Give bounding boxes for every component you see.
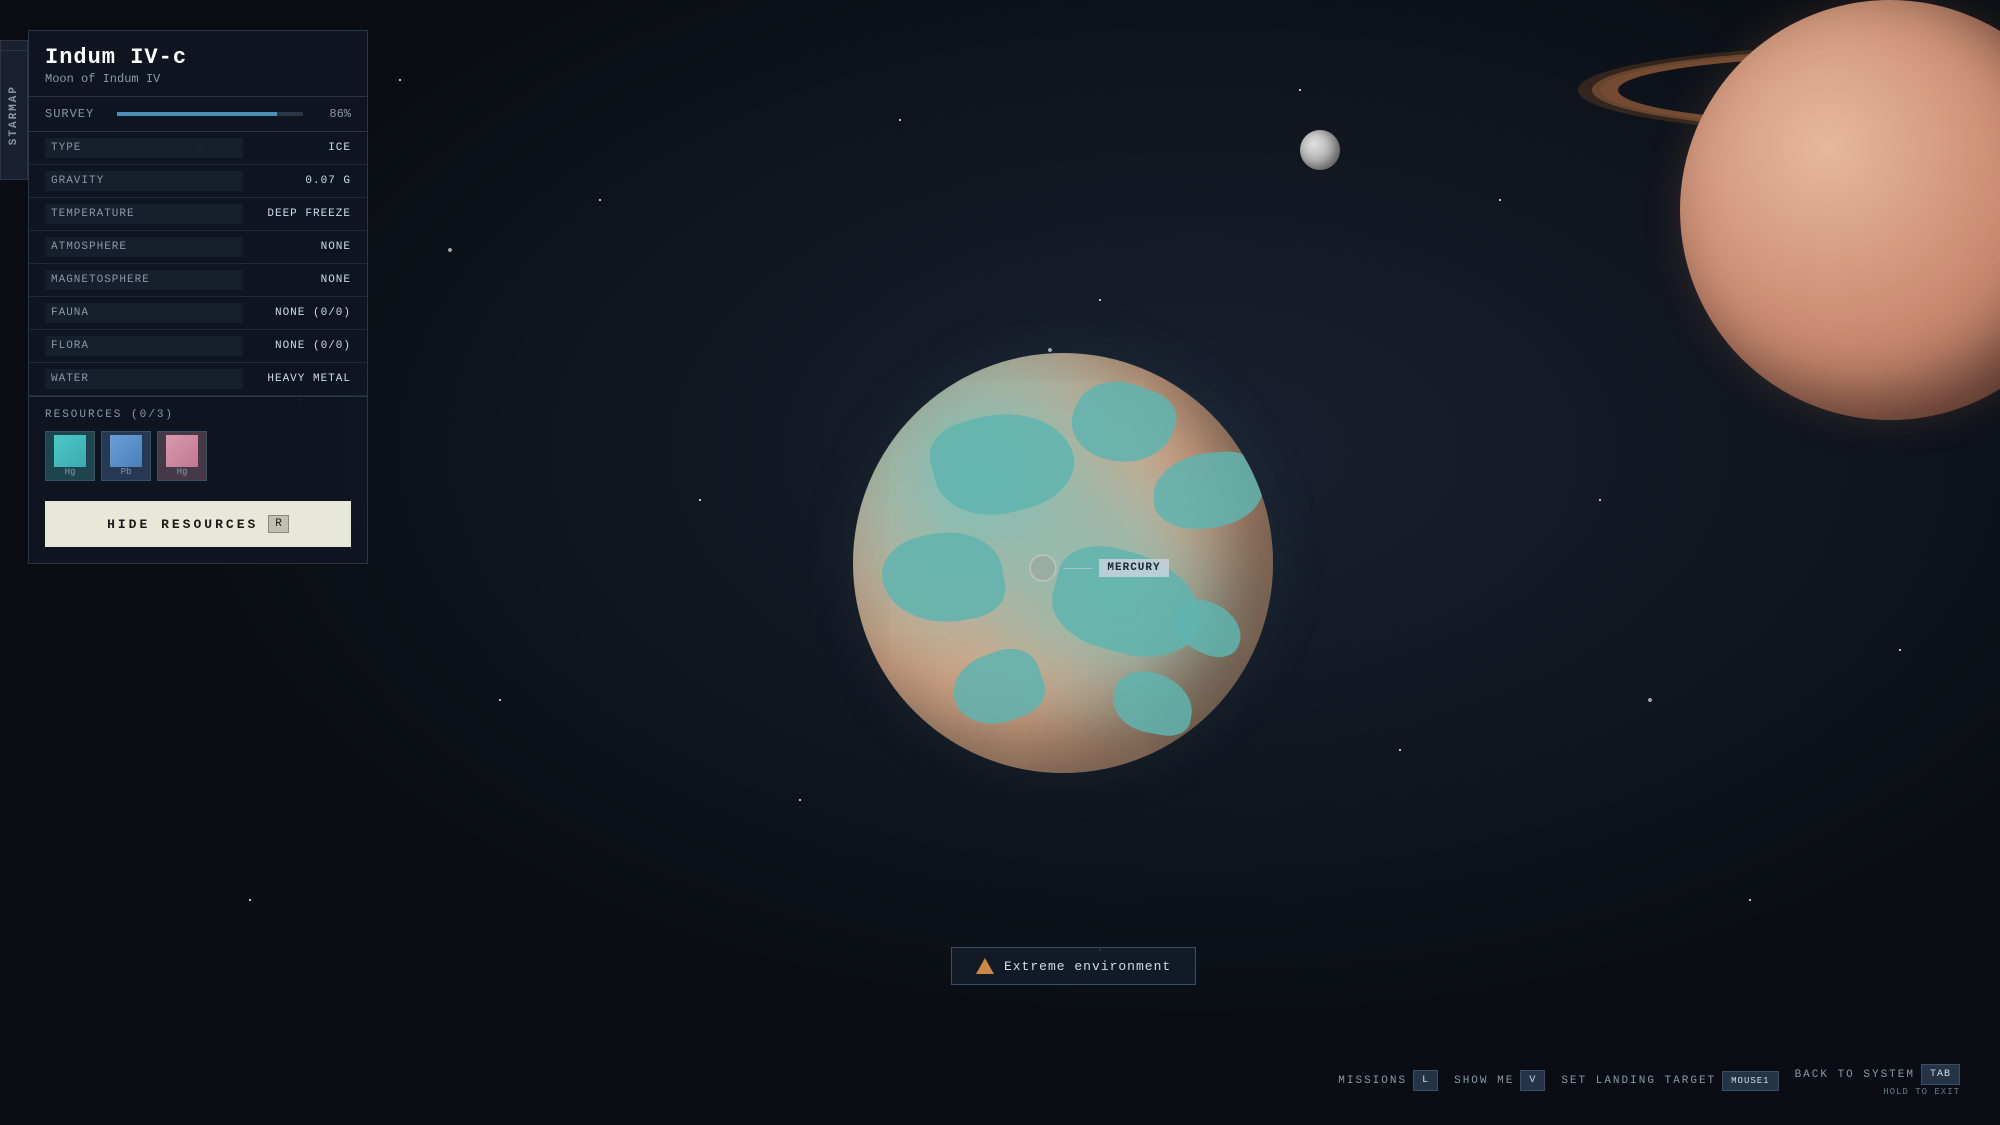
main-planet-container: MERCURY [853, 353, 1273, 773]
planet-subtitle: Moon of Indum IV [45, 72, 351, 86]
resource-item-2[interactable]: Pb [101, 431, 151, 481]
set-landing-key-badge[interactable]: MOUSE1 [1722, 1071, 1778, 1091]
resources-header: RESOURCES (0/3) [45, 409, 351, 421]
continent-2 [1062, 368, 1183, 477]
ringed-planet [1500, 0, 2000, 540]
stat-label-type: TYPE [45, 138, 243, 158]
planet-name: Indum IV-c [45, 45, 351, 70]
survey-label: SURVEY [45, 107, 105, 121]
hide-resources-label: HIDE RESOURCES [107, 517, 258, 532]
stat-row-temperature: TEMPERATURE DEEP FREEZE [29, 198, 367, 231]
stat-row-flora: FLORA NONE (0/0) [29, 330, 367, 363]
stat-label-flora: FLORA [45, 336, 243, 356]
survey-percent: 86% [315, 107, 351, 121]
resource-icon-blue [110, 435, 142, 467]
back-system-sub-label: HOLD TO EXIT [1883, 1087, 1960, 1097]
stat-row-atmosphere: ATMOSPHERE NONE [29, 231, 367, 264]
stat-label-atmosphere: ATMOSPHERE [45, 237, 243, 257]
hide-resources-button[interactable]: HIDE RESOURCES R [45, 501, 351, 547]
set-landing-label: SET LANDING TARGET [1561, 1075, 1716, 1087]
survey-row: SURVEY 86% [29, 97, 367, 132]
stats-table: TYPE ICE GRAVITY 0.07 G TEMPERATURE DEEP… [29, 132, 367, 396]
mercury-tag: MERCURY [1099, 559, 1168, 577]
stat-label-water: WATER [45, 369, 243, 389]
continent-5 [944, 639, 1053, 736]
stat-value-water: HEAVY METAL [251, 373, 351, 385]
warning-triangle-icon [976, 958, 994, 974]
planet-sphere [1680, 0, 2000, 420]
stat-label-temperature: TEMPERATURE [45, 204, 243, 224]
starmap-label: STARMAP [8, 85, 20, 145]
resource-label-1: Hg [65, 467, 76, 477]
small-moon [1300, 130, 1340, 170]
stat-row-magnetosphere: MAGNETOSPHERE NONE [29, 264, 367, 297]
stat-label-gravity: GRAVITY [45, 171, 243, 191]
resource-label-2: Pb [121, 467, 132, 477]
resource-icon-pink [166, 435, 198, 467]
back-system-top: BACK TO SYSTEM TAB [1795, 1064, 1960, 1085]
stat-value-gravity: 0.07 G [251, 175, 351, 187]
mercury-dot [1029, 554, 1057, 582]
resource-icon-teal [54, 435, 86, 467]
warning-banner: Extreme environment [951, 947, 1196, 985]
resources-section: RESOURCES (0/3) Hg Pb Hg [29, 396, 367, 493]
bottom-toolbar: MISSIONS L SHOW ME V SET LANDING TARGET … [1338, 1064, 1960, 1097]
resource-item-3[interactable]: Hg [157, 431, 207, 481]
stat-row-type: TYPE ICE [29, 132, 367, 165]
stat-row-gravity: GRAVITY 0.07 G [29, 165, 367, 198]
info-panel: Indum IV-c Moon of Indum IV SURVEY 86% T… [28, 30, 368, 564]
stat-row-water: WATER HEAVY METAL [29, 363, 367, 396]
survey-bar-fill [117, 112, 277, 116]
set-landing-item: SET LANDING TARGET MOUSE1 [1561, 1071, 1778, 1091]
survey-bar [117, 112, 303, 116]
show-me-item: SHOW ME V [1454, 1070, 1545, 1091]
stat-value-type: ICE [251, 142, 351, 154]
resource-item-1[interactable]: Hg [45, 431, 95, 481]
continent-1 [922, 396, 1083, 529]
main-planet: MERCURY [853, 353, 1273, 773]
resource-label-3: Hg [177, 467, 188, 477]
warning-text: Extreme environment [1004, 959, 1171, 974]
back-system-key-badge[interactable]: TAB [1921, 1064, 1960, 1085]
continent-7 [1150, 448, 1266, 532]
stat-row-fauna: FAUNA NONE (0/0) [29, 297, 367, 330]
missions-item: MISSIONS L [1338, 1070, 1438, 1091]
panel-header: Indum IV-c Moon of Indum IV [29, 31, 367, 97]
show-me-key-badge[interactable]: V [1520, 1070, 1545, 1091]
stat-label-fauna: FAUNA [45, 303, 243, 323]
mercury-label-group: MERCURY [1029, 554, 1168, 582]
back-system-item: BACK TO SYSTEM TAB HOLD TO EXIT [1795, 1064, 1960, 1097]
stat-value-magnetosphere: NONE [251, 274, 351, 286]
starmap-tab[interactable]: STARMAP [0, 50, 28, 180]
continent-6 [1108, 666, 1197, 739]
stat-value-flora: NONE (0/0) [251, 340, 351, 352]
resources-grid: Hg Pb Hg [45, 431, 351, 481]
hide-resources-key-badge: R [268, 515, 289, 533]
back-system-label: BACK TO SYSTEM [1795, 1069, 1915, 1081]
stat-value-atmosphere: NONE [251, 241, 351, 253]
stat-value-fauna: NONE (0/0) [251, 307, 351, 319]
missions-key-badge[interactable]: L [1413, 1070, 1438, 1091]
show-me-label: SHOW ME [1454, 1075, 1514, 1087]
missions-label: MISSIONS [1338, 1075, 1407, 1087]
stat-value-temperature: DEEP FREEZE [251, 208, 351, 220]
stat-label-magnetosphere: MAGNETOSPHERE [45, 270, 243, 290]
mercury-connector [1063, 568, 1093, 569]
continent-3 [876, 523, 1010, 632]
